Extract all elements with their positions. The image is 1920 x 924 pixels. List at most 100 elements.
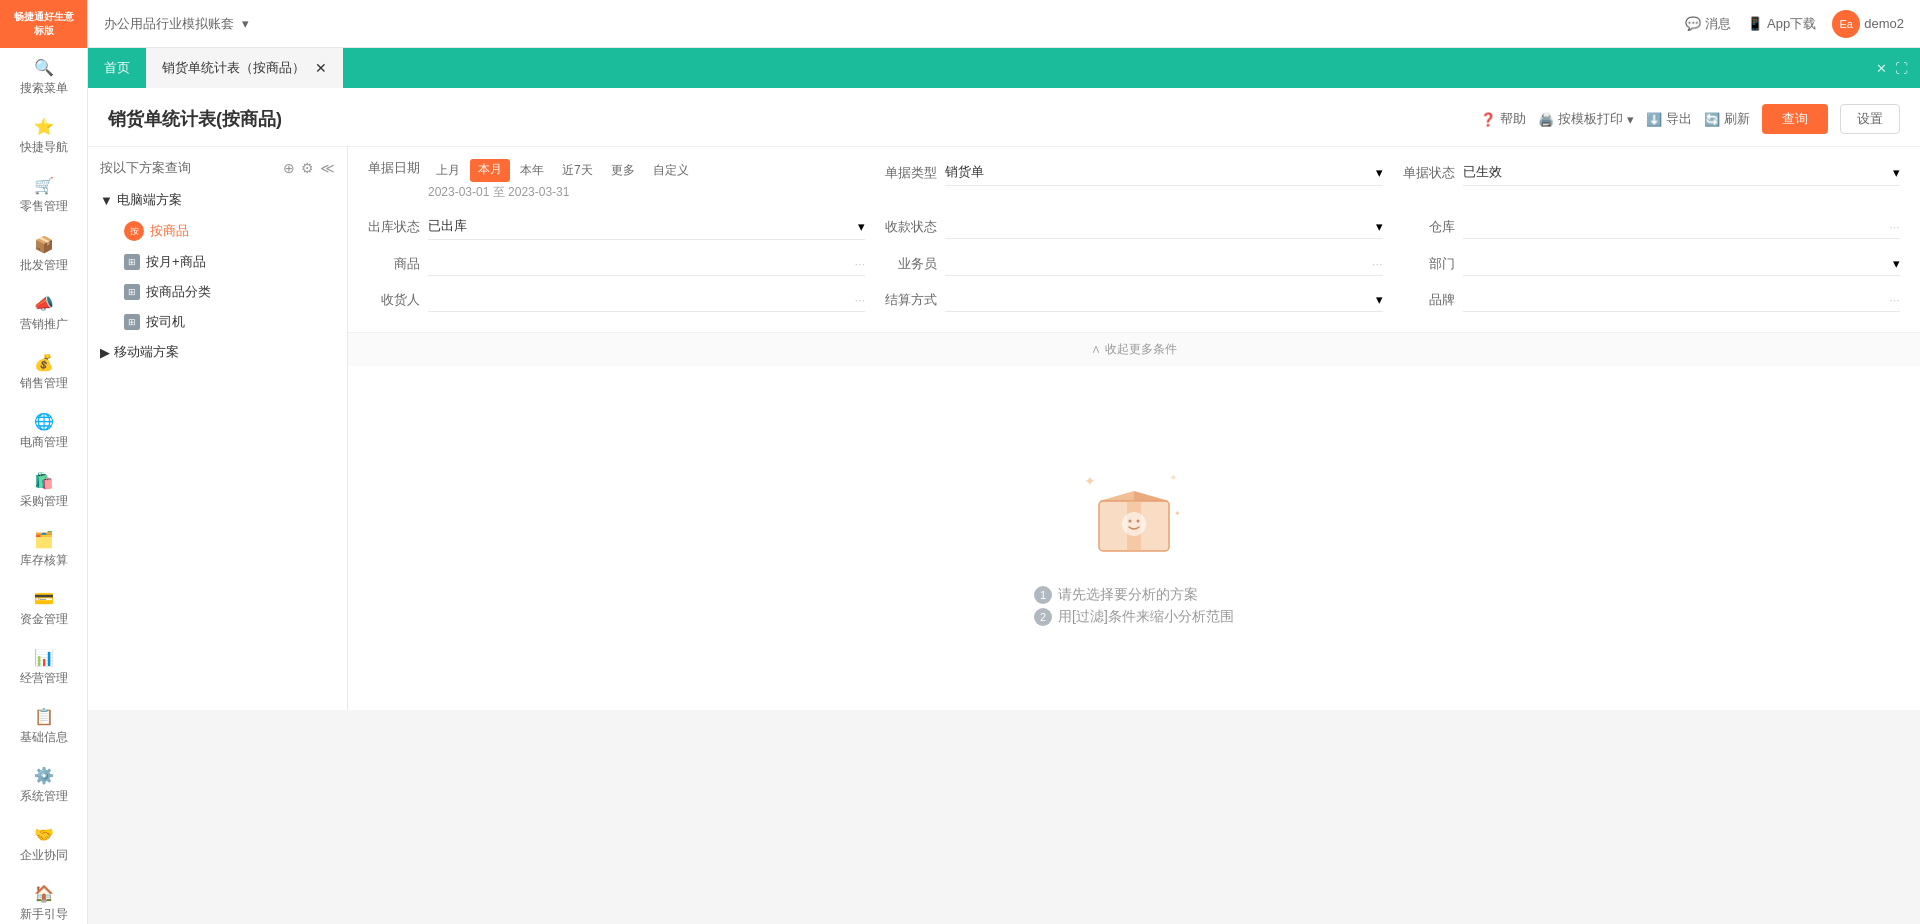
tree-item-driver-icon: ⊞ bbox=[124, 314, 140, 330]
doc-type-dropdown-icon[interactable] bbox=[1376, 165, 1383, 180]
export-btn[interactable]: ⬇️ 导出 bbox=[1646, 110, 1692, 128]
panel-collapse-icon[interactable]: ≪ bbox=[320, 160, 335, 176]
date-tab-last-month[interactable]: 上月 bbox=[428, 159, 468, 182]
tree-item-driver[interactable]: ⊞ 按司机 bbox=[88, 307, 347, 337]
out-status-dropdown-icon[interactable] bbox=[858, 219, 865, 234]
tab-expand-close-icon[interactable]: ✕ bbox=[1876, 61, 1887, 76]
finance-icon: 💳 bbox=[34, 589, 54, 608]
receipt-status-dropdown-icon[interactable] bbox=[1376, 219, 1383, 234]
sidebar-item-marketing[interactable]: 📣 营销推广 bbox=[0, 284, 87, 343]
refresh-btn[interactable]: 🔄 刷新 bbox=[1704, 110, 1750, 128]
refresh-icon: 🔄 bbox=[1704, 112, 1720, 127]
date-tab-custom[interactable]: 自定义 bbox=[645, 159, 697, 182]
tip-text-2: 用[过滤]条件来缩小分析范围 bbox=[1058, 608, 1234, 626]
tree-item-by-goods-label: 按商品 bbox=[150, 222, 189, 240]
receiver-label: 收货人 bbox=[368, 291, 428, 309]
settings-button[interactable]: 设置 bbox=[1840, 104, 1900, 134]
sidebar-item-inventory[interactable]: 🗂️ 库存核算 bbox=[0, 520, 87, 579]
print-btn[interactable]: 🖨️ 按模板打印 ▾ bbox=[1538, 110, 1634, 128]
date-tab-this-year[interactable]: 本年 bbox=[512, 159, 552, 182]
tab-expand-max-icon[interactable]: ⛶ bbox=[1895, 61, 1908, 76]
tree-item-by-goods[interactable]: 按 按商品 bbox=[88, 215, 347, 247]
operations-icon: 📊 bbox=[34, 648, 54, 667]
content-area: 销货单统计表(按商品) ❓ 帮助 🖨️ 按模板打印 ▾ ⬇️ 导出 bbox=[88, 88, 1920, 924]
date-tab-more[interactable]: 更多 bbox=[603, 159, 643, 182]
sidebar-item-operations[interactable]: 📊 经营管理 bbox=[0, 638, 87, 697]
dept-dropdown-icon[interactable] bbox=[1893, 256, 1900, 271]
filter-panel: 单据日期 上月 本月 本年 近7天 更多 自定义 bbox=[348, 147, 1920, 332]
tree-group-mobile-arrow: ▶ bbox=[100, 345, 110, 360]
doc-status-value: 已生效 bbox=[1463, 163, 1502, 181]
out-status-value: 已出库 bbox=[428, 217, 467, 235]
sidebar-item-purchase-label: 采购管理 bbox=[20, 493, 68, 510]
message-label: 消息 bbox=[1705, 15, 1731, 33]
panel-add-icon[interactable]: ⊕ bbox=[283, 160, 295, 176]
tab-statistics-label: 销货单统计表（按商品） bbox=[162, 59, 305, 77]
sidebar-item-retail-label: 零售管理 bbox=[20, 198, 68, 215]
sidebar-item-sales[interactable]: 💰 销售管理 bbox=[0, 343, 87, 402]
sidebar-item-basic-label: 基础信息 bbox=[20, 729, 68, 746]
sidebar-item-ecom[interactable]: 🌐 电商管理 bbox=[0, 402, 87, 461]
receiver-dots[interactable]: ··· bbox=[854, 292, 865, 307]
brand-label: 品牌 bbox=[1403, 291, 1463, 309]
date-range: 2023-03-01 至 2023-03-31 bbox=[428, 184, 865, 201]
date-tab-7days[interactable]: 近7天 bbox=[554, 159, 601, 182]
sidebar-item-wholesale[interactable]: 📦 批发管理 bbox=[0, 225, 87, 284]
sidebar-item-basic[interactable]: 📋 基础信息 bbox=[0, 697, 87, 756]
message-btn[interactable]: 💬 消息 bbox=[1685, 15, 1731, 33]
tab-statistics[interactable]: 销货单统计表（按商品） ✕ bbox=[146, 48, 343, 88]
settle-label: 结算方式 bbox=[885, 291, 945, 309]
logo-sub: 标版 bbox=[34, 24, 54, 38]
tab-home[interactable]: 首页 bbox=[88, 48, 146, 88]
tip-text-1: 请先选择要分析的方案 bbox=[1058, 586, 1198, 604]
sidebar-item-enterprise[interactable]: 🤝 企业协同 bbox=[0, 815, 87, 874]
staff-dots[interactable]: ··· bbox=[1372, 256, 1383, 271]
staff-label: 业务员 bbox=[885, 255, 945, 273]
sidebar-item-retail[interactable]: 🛒 零售管理 bbox=[0, 166, 87, 225]
sidebar-item-system[interactable]: ⚙️ 系统管理 bbox=[0, 756, 87, 815]
user-btn[interactable]: Ea demo2 bbox=[1832, 10, 1904, 38]
app-download-label: App下载 bbox=[1767, 15, 1816, 33]
sidebar-item-search[interactable]: 🔍 搜索菜单 bbox=[0, 48, 87, 107]
goods-label: 商品 bbox=[368, 255, 428, 273]
marketing-icon: 📣 bbox=[34, 294, 54, 313]
tree-item-driver-label: 按司机 bbox=[146, 313, 185, 331]
industry-dropdown-icon[interactable]: ▾ bbox=[242, 16, 249, 31]
collapse-btn[interactable]: ∧ 收起更多条件 bbox=[348, 332, 1920, 366]
retail-icon: 🛒 bbox=[34, 176, 54, 195]
sidebar-item-system-label: 系统管理 bbox=[20, 788, 68, 805]
tree-group-mobile[interactable]: ▶ 移动端方案 bbox=[88, 337, 347, 367]
query-button[interactable]: 查询 bbox=[1762, 104, 1828, 134]
doc-status-dropdown-icon[interactable] bbox=[1893, 165, 1900, 180]
sidebar-item-finance[interactable]: 💳 资金管理 bbox=[0, 579, 87, 638]
tree-item-goods-category[interactable]: ⊞ 按商品分类 bbox=[88, 277, 347, 307]
receipt-status-label: 收款状态 bbox=[885, 218, 945, 236]
sidebar-item-purchase[interactable]: 🛍️ 采购管理 bbox=[0, 461, 87, 520]
page: 销货单统计表(按商品) ❓ 帮助 🖨️ 按模板打印 ▾ ⬇️ 导出 bbox=[88, 88, 1920, 710]
print-dropdown-icon[interactable]: ▾ bbox=[1627, 112, 1634, 127]
date-tab-this-month[interactable]: 本月 bbox=[470, 159, 510, 182]
sidebar-item-guide[interactable]: 🏠 新手引导 bbox=[0, 874, 87, 924]
goods-dots[interactable]: ··· bbox=[854, 256, 865, 271]
sidebar-item-quicknav[interactable]: ⭐ 快捷导航 bbox=[0, 107, 87, 166]
main-area: 办公用品行业模拟账套 ▾ 💬 消息 📱 App下载 Ea demo2 首页 销货… bbox=[88, 0, 1920, 924]
tabbar: 首页 销货单统计表（按商品） ✕ ✕ ⛶ bbox=[88, 48, 1920, 88]
settle-dropdown-icon[interactable] bbox=[1376, 292, 1383, 307]
print-label: 按模板打印 bbox=[1558, 110, 1623, 128]
sidebar-item-enterprise-label: 企业协同 bbox=[20, 847, 68, 864]
brand-dots[interactable]: ··· bbox=[1889, 292, 1900, 307]
basic-icon: 📋 bbox=[34, 707, 54, 726]
tab-close-icon[interactable]: ✕ bbox=[315, 60, 327, 76]
help-btn[interactable]: ❓ 帮助 bbox=[1480, 110, 1526, 128]
dept-label: 部门 bbox=[1403, 255, 1463, 273]
panel-settings-icon[interactable]: ⚙ bbox=[301, 160, 314, 176]
tree-item-month-goods[interactable]: ⊞ 按月+商品 bbox=[88, 247, 347, 277]
sidebar-item-search-label: 搜索菜单 bbox=[20, 80, 68, 97]
warehouse-dots[interactable]: ··· bbox=[1889, 219, 1900, 234]
sidebar-item-wholesale-label: 批发管理 bbox=[20, 257, 68, 274]
app-download-btn[interactable]: 📱 App下载 bbox=[1747, 15, 1816, 33]
tree-group-pc[interactable]: ▼ 电脑端方案 bbox=[88, 185, 347, 215]
svg-text:✦: ✦ bbox=[1169, 472, 1177, 483]
panel-title: 按以下方案查询 bbox=[100, 159, 191, 177]
sidebar-item-ecom-label: 电商管理 bbox=[20, 434, 68, 451]
